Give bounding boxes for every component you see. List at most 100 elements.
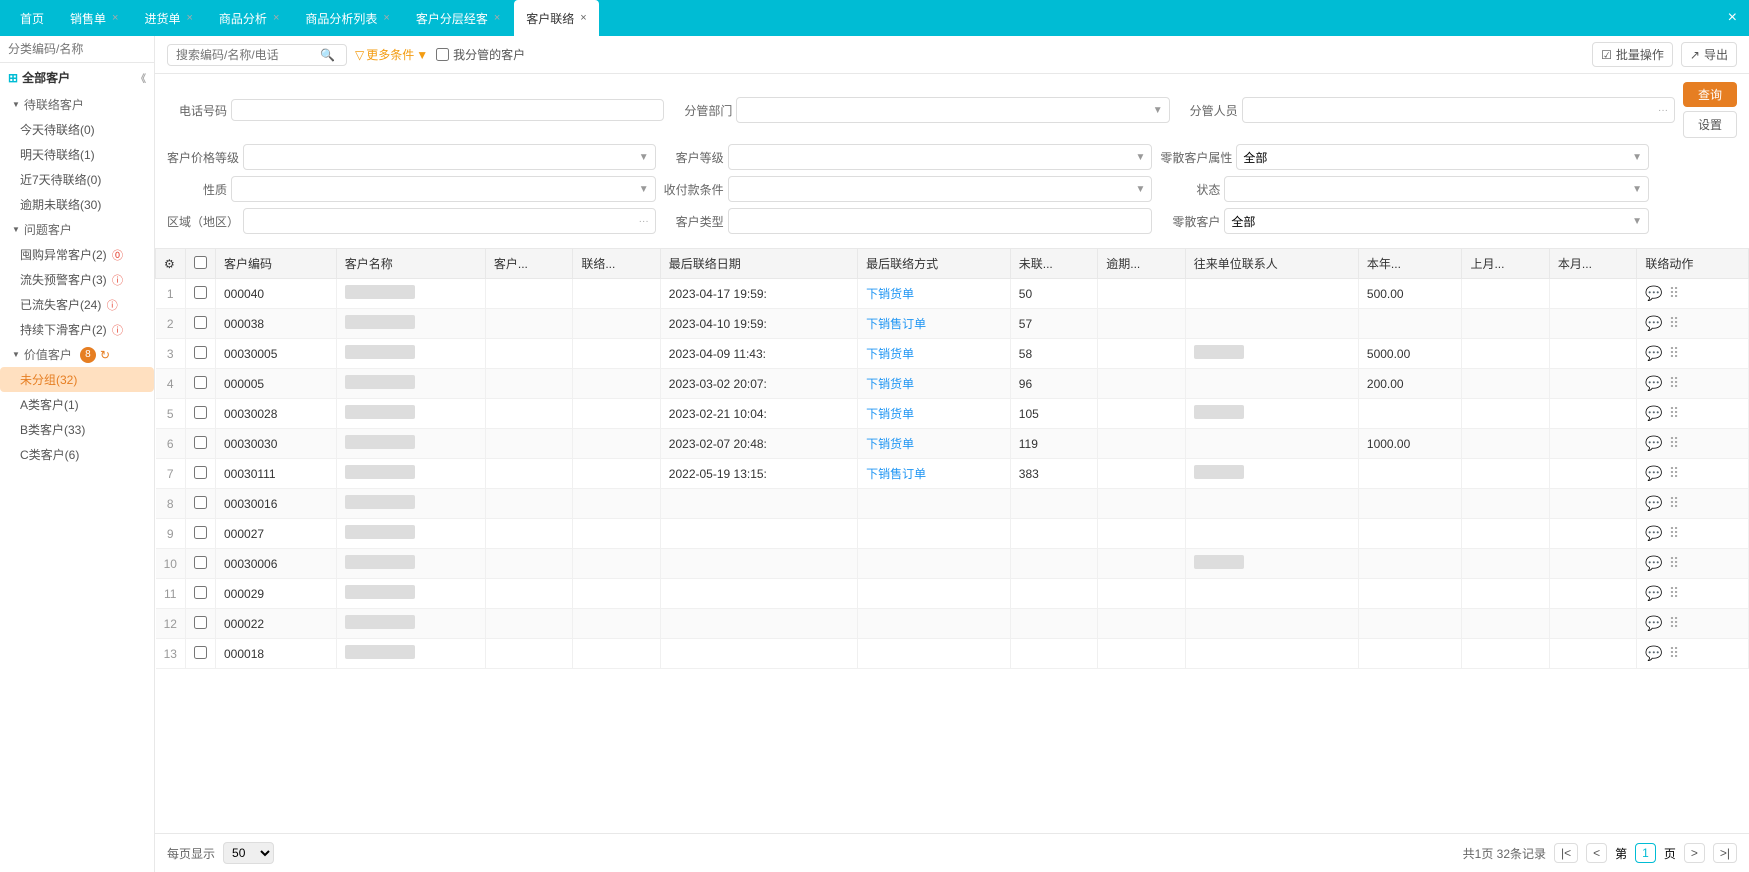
sidebar-item-tomorrow[interactable]: 明天待联络(1) <box>0 142 154 167</box>
search-input[interactable] <box>176 48 316 62</box>
cell-checkbox[interactable] <box>186 579 216 609</box>
cell-checkbox[interactable] <box>186 309 216 339</box>
more-icon[interactable]: ⠿ <box>1669 405 1679 422</box>
close-customer-contact-tab[interactable]: × <box>580 12 586 24</box>
message-icon[interactable]: 💬 <box>1645 405 1662 422</box>
problem-customers-group[interactable]: ▼ 问题客户 <box>0 217 154 242</box>
more-icon[interactable]: ⠿ <box>1669 585 1679 602</box>
all-customers-header[interactable]: ⊞ 全部客户 《 <box>0 63 154 92</box>
row-checkbox[interactable] <box>194 586 207 599</box>
select-manager[interactable]: ··· <box>1242 97 1675 123</box>
row-checkbox[interactable] <box>194 436 207 449</box>
tab-goods-analysis[interactable]: 商品分析 × <box>207 0 291 36</box>
sidebar-item-class-c[interactable]: C类客户(6) <box>0 442 154 467</box>
prev-page-button[interactable]: < <box>1586 843 1607 863</box>
select-customer-type[interactable] <box>728 208 1153 234</box>
sidebar-item-abnormal[interactable]: 囤购异常客户(2) ⓪ <box>0 242 154 267</box>
message-icon[interactable]: 💬 <box>1645 345 1662 362</box>
more-conditions-button[interactable]: ▽ 更多条件 ▼ <box>355 46 428 63</box>
sidebar-search-input[interactable] <box>8 42 155 56</box>
row-checkbox[interactable] <box>194 526 207 539</box>
per-page-select[interactable]: 50 100 200 <box>223 842 274 864</box>
my-customers-checkbox[interactable]: 我分管的客户 <box>436 46 525 63</box>
sidebar-item-class-b[interactable]: B类客户(33) <box>0 417 154 442</box>
cell-checkbox[interactable] <box>186 549 216 579</box>
close-all-button[interactable]: × <box>1724 5 1741 31</box>
row-checkbox[interactable] <box>194 316 207 329</box>
message-icon[interactable]: 💬 <box>1645 285 1662 302</box>
more-icon[interactable]: ⠿ <box>1669 525 1679 542</box>
cell-checkbox[interactable] <box>186 459 216 489</box>
cell-last-method[interactable]: 下销货单 <box>858 429 1011 459</box>
more-icon[interactable]: ⠿ <box>1669 375 1679 392</box>
search-icon[interactable]: 🔍 <box>320 48 335 62</box>
cell-last-method[interactable]: 下销货单 <box>858 399 1011 429</box>
export-button[interactable]: ↗ 导出 <box>1681 42 1737 67</box>
tab-home[interactable]: 首页 <box>8 0 56 36</box>
batch-ops-button[interactable]: ☑ 批量操作 <box>1592 42 1673 67</box>
cell-checkbox[interactable] <box>186 519 216 549</box>
first-page-button[interactable]: |< <box>1554 843 1578 863</box>
settings-icon[interactable]: ⚙ <box>164 257 175 271</box>
more-icon[interactable]: ⠿ <box>1669 285 1679 302</box>
more-icon[interactable]: ⠿ <box>1669 435 1679 452</box>
row-checkbox[interactable] <box>194 376 207 389</box>
row-checkbox[interactable] <box>194 616 207 629</box>
current-page[interactable]: 1 <box>1635 843 1656 863</box>
more-icon[interactable]: ⠿ <box>1669 615 1679 632</box>
message-icon[interactable]: 💬 <box>1645 525 1662 542</box>
row-checkbox[interactable] <box>194 406 207 419</box>
row-checkbox[interactable] <box>194 346 207 359</box>
message-icon[interactable]: 💬 <box>1645 615 1662 632</box>
more-icon[interactable]: ⠿ <box>1669 645 1679 662</box>
pending-contact-group[interactable]: ▼ 待联络客户 <box>0 92 154 117</box>
select-retail-attr[interactable]: 全部 ▼ <box>1236 144 1649 170</box>
message-icon[interactable]: 💬 <box>1645 495 1662 512</box>
cell-last-method[interactable]: 下销货单 <box>858 279 1011 309</box>
last-method-link[interactable]: 下销货单 <box>866 377 914 391</box>
row-checkbox[interactable] <box>194 556 207 569</box>
more-icon[interactable]: ⠿ <box>1669 495 1679 512</box>
select-payment-terms[interactable]: ▼ <box>728 176 1153 202</box>
close-purchase-tab[interactable]: × <box>186 12 192 24</box>
last-method-link[interactable]: 下销货单 <box>866 407 914 421</box>
cell-checkbox[interactable] <box>186 279 216 309</box>
close-sales-tab[interactable]: × <box>112 12 118 24</box>
refresh-icon[interactable]: ↻ <box>100 348 110 362</box>
message-icon[interactable]: 💬 <box>1645 375 1662 392</box>
sidebar-item-declining[interactable]: 持续下滑客户(2) ⓘ <box>0 317 154 342</box>
tab-sales[interactable]: 销售单 × <box>58 0 130 36</box>
row-checkbox[interactable] <box>194 496 207 509</box>
value-customers-group[interactable]: ▼ 价值客户 8 ↻ <box>0 342 154 367</box>
close-customer-layer-tab[interactable]: × <box>494 12 500 24</box>
more-icon[interactable]: ⠿ <box>1669 555 1679 572</box>
cell-last-method[interactable] <box>858 579 1011 609</box>
sidebar-item-overdue[interactable]: 逾期未联络(30) <box>0 192 154 217</box>
cell-last-method[interactable] <box>858 639 1011 669</box>
tab-goods-analysis-list[interactable]: 商品分析列表 × <box>293 0 401 36</box>
cell-last-method[interactable] <box>858 519 1011 549</box>
select-all-checkbox[interactable] <box>194 256 207 269</box>
row-checkbox[interactable] <box>194 466 207 479</box>
last-page-button[interactable]: >| <box>1713 843 1737 863</box>
sidebar-search-box[interactable]: 🔍 <box>0 36 154 63</box>
cell-checkbox[interactable] <box>186 609 216 639</box>
sidebar-item-churn-warning[interactable]: 流失预警客户(3) ⓘ <box>0 267 154 292</box>
select-dept[interactable]: ▼ <box>736 97 1169 123</box>
th-settings[interactable]: ⚙ <box>156 249 186 279</box>
my-customers-check[interactable] <box>436 48 449 61</box>
search-box[interactable]: 🔍 <box>167 44 347 66</box>
more-icon[interactable]: ⠿ <box>1669 315 1679 332</box>
more-icon[interactable]: ⠿ <box>1669 465 1679 482</box>
sidebar-item-today[interactable]: 今天待联络(0) <box>0 117 154 142</box>
cell-checkbox[interactable] <box>186 639 216 669</box>
message-icon[interactable]: 💬 <box>1645 465 1662 482</box>
last-method-link[interactable]: 下销售订单 <box>866 467 926 481</box>
sidebar-item-class-a[interactable]: A类客户(1) <box>0 392 154 417</box>
close-goods-analysis-tab[interactable]: × <box>273 12 279 24</box>
message-icon[interactable]: 💬 <box>1645 435 1662 452</box>
cell-checkbox[interactable] <box>186 399 216 429</box>
cell-last-method[interactable]: 下销售订单 <box>858 459 1011 489</box>
cell-last-method[interactable] <box>858 549 1011 579</box>
select-price-level[interactable]: ▼ <box>243 144 656 170</box>
